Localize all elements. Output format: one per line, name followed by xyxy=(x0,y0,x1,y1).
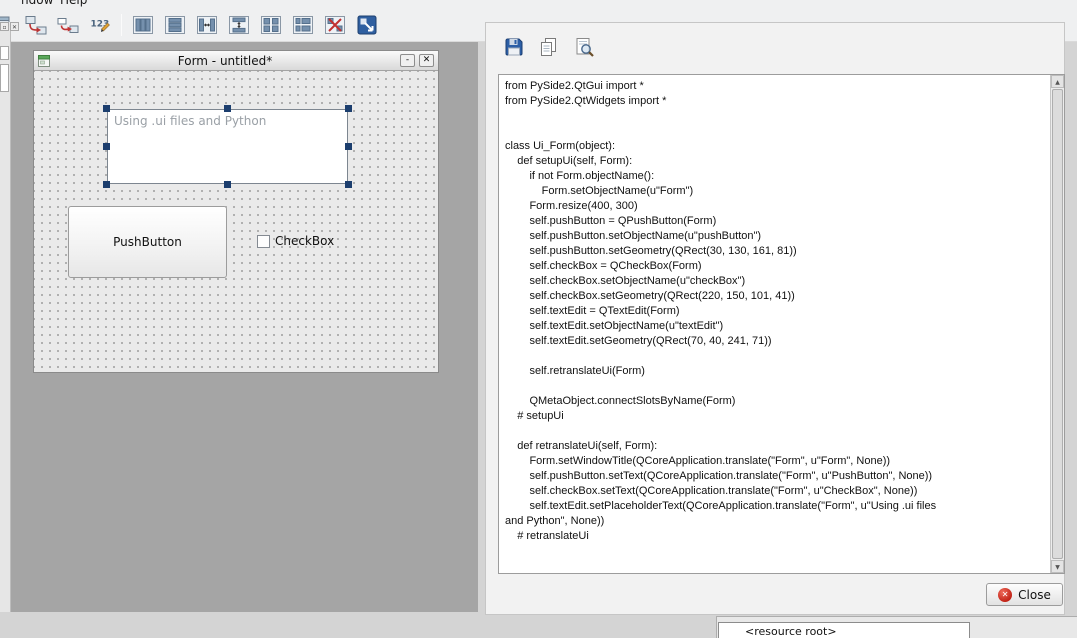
scroll-down-button[interactable]: ▼ xyxy=(1051,560,1064,573)
break-layout-icon xyxy=(324,14,346,36)
selection-handle[interactable] xyxy=(345,143,352,150)
layout-vertically-icon xyxy=(164,14,186,36)
selection-handle[interactable] xyxy=(103,105,110,112)
break-layout-button[interactable] xyxy=(324,14,346,36)
textedit-placeholder: Using .ui files and Python xyxy=(107,109,348,184)
dock-list-fragment xyxy=(0,64,9,92)
layout-grid-icon xyxy=(260,14,282,36)
layout-form-icon xyxy=(292,14,314,36)
copy-icon xyxy=(538,36,560,58)
selection-handle[interactable] xyxy=(103,143,110,150)
copy-button[interactable] xyxy=(537,35,561,59)
form-editor-window: Form - untitled* - ✕ Using .ui files and… xyxy=(33,50,439,373)
edit-buddies-button[interactable] xyxy=(57,14,79,36)
find-icon xyxy=(573,36,595,58)
edit-signals-slots-button[interactable] xyxy=(25,14,47,36)
edit-signals-slots-icon xyxy=(25,14,47,36)
selection-handle[interactable] xyxy=(103,181,110,188)
code-text: from PySide2.QtGui import *from PySide2.… xyxy=(499,75,1050,573)
code-dialog-toolbar xyxy=(502,35,596,59)
form-window-title: Form - untitled* xyxy=(54,54,396,68)
menu-window[interactable]: ndow xyxy=(21,0,53,7)
dock-float-button[interactable]: ▫ xyxy=(0,22,9,31)
find-button[interactable] xyxy=(572,35,596,59)
selection-handle[interactable] xyxy=(224,105,231,112)
toolbar-separator xyxy=(121,14,122,36)
qt-designer-window: ndow Help xyxy=(0,0,1077,638)
form-close-button[interactable]: ✕ xyxy=(419,54,434,67)
widget-box-dock: ▫ ✕ xyxy=(0,22,11,612)
resource-browser-panel: <resource root> xyxy=(716,616,1077,638)
dock-filter-fragment xyxy=(0,46,9,60)
checkbox-widget[interactable]: CheckBox xyxy=(257,234,334,248)
selection-handle[interactable] xyxy=(345,105,352,112)
form-window-titlebar[interactable]: Form - untitled* - ✕ xyxy=(34,51,438,71)
close-x-icon: ✕ xyxy=(998,588,1012,602)
layout-vertical-splitter-icon xyxy=(228,14,250,36)
pushbutton-widget[interactable]: PushButton xyxy=(68,206,227,278)
save-icon xyxy=(503,36,525,58)
menu-help[interactable]: Help xyxy=(60,0,87,7)
layout-vertically-button[interactable] xyxy=(164,14,186,36)
textedit-widget[interactable]: Using .ui files and Python xyxy=(107,109,348,184)
layout-horizontal-splitter-icon xyxy=(196,14,218,36)
menubar: ndow Help xyxy=(0,0,1077,9)
edit-tab-order-icon: 123 xyxy=(89,14,111,36)
resource-root-item[interactable]: <resource root> xyxy=(719,623,969,638)
checkbox-label: CheckBox xyxy=(275,234,334,248)
close-button[interactable]: ✕ Close xyxy=(986,583,1063,606)
dock-close-button[interactable]: ✕ xyxy=(10,22,19,31)
layout-grid-button[interactable] xyxy=(260,14,282,36)
form-canvas[interactable]: Using .ui files and Python PushButton Ch… xyxy=(34,71,438,372)
form-window-icon xyxy=(38,55,50,67)
scrollbar-thumb[interactable] xyxy=(1052,89,1063,559)
mdi-area: Form - untitled* - ✕ Using .ui files and… xyxy=(11,42,478,612)
scroll-up-button[interactable]: ▲ xyxy=(1051,75,1064,88)
layout-horizontally-icon xyxy=(132,14,154,36)
code-viewer-dialog: from PySide2.QtGui import *from PySide2.… xyxy=(485,22,1065,615)
selection-handle[interactable] xyxy=(224,181,231,188)
close-button-label: Close xyxy=(1018,588,1051,602)
save-button[interactable] xyxy=(502,35,526,59)
edit-tab-order-button[interactable]: 123 xyxy=(89,14,111,36)
adjust-size-icon xyxy=(356,14,378,36)
resource-tree[interactable]: <resource root> xyxy=(718,622,970,638)
layout-vertical-splitter-button[interactable] xyxy=(228,14,250,36)
code-view[interactable]: from PySide2.QtGui import *from PySide2.… xyxy=(498,74,1065,574)
layout-form-button[interactable] xyxy=(292,14,314,36)
dock-titlebar: ▫ ✕ xyxy=(0,22,19,31)
layout-horizontally-button[interactable] xyxy=(132,14,154,36)
adjust-size-button[interactable] xyxy=(356,14,378,36)
layout-horizontal-splitter-button[interactable] xyxy=(196,14,218,36)
selection-handle[interactable] xyxy=(345,181,352,188)
code-scrollbar[interactable]: ▲ ▼ xyxy=(1050,75,1064,573)
edit-buddies-icon xyxy=(57,14,79,36)
form-minimize-button[interactable]: - xyxy=(400,54,415,67)
checkbox-indicator[interactable] xyxy=(257,235,270,248)
